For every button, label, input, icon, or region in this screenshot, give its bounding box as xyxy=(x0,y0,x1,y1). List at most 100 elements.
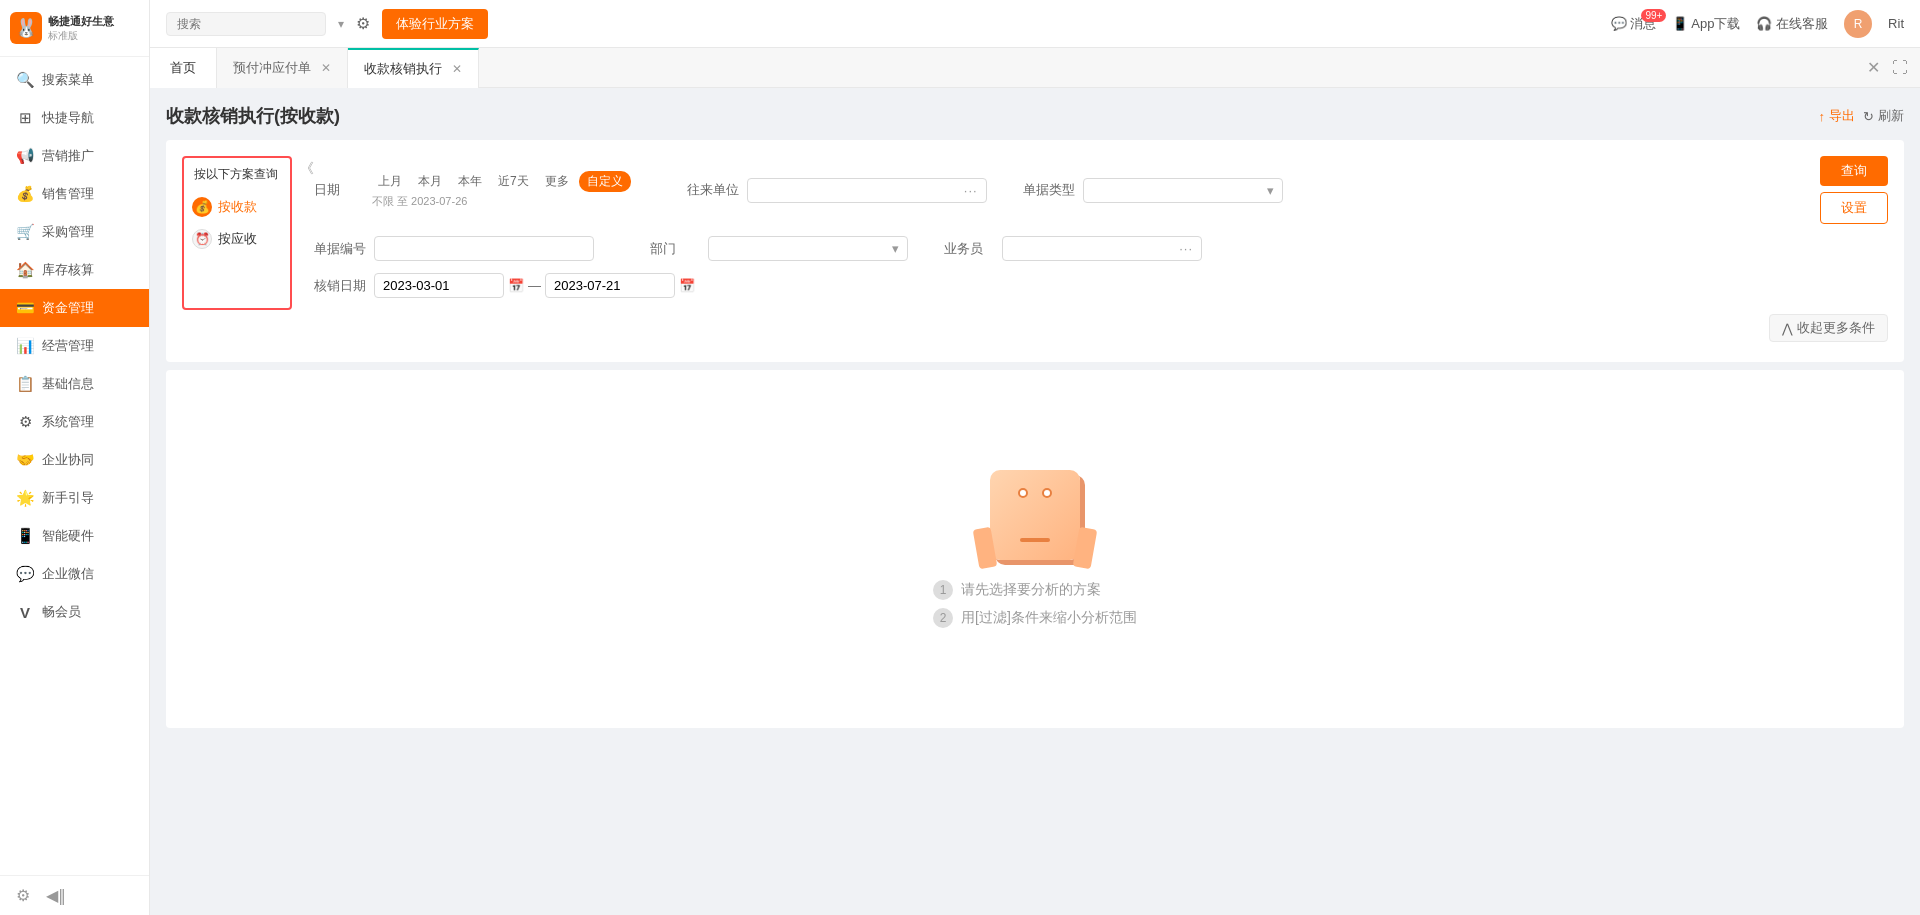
tab-collection[interactable]: 收款核销执行 ✕ xyxy=(348,48,479,88)
message-button[interactable]: 💬 消息 99+ xyxy=(1611,15,1657,33)
date-tab-this-month[interactable]: 本月 xyxy=(412,171,448,192)
topbar-gear-icon[interactable]: ⚙ xyxy=(356,14,370,33)
verify-date-range: 📅 — 📅 xyxy=(374,273,695,298)
tab-collection-close-icon[interactable]: ✕ xyxy=(452,62,462,76)
hint-num-2: 2 xyxy=(933,608,953,628)
sidebar-item-guide[interactable]: 🌟 新手引导 xyxy=(0,479,149,517)
by-receipt-icon: 💰 xyxy=(192,197,212,217)
calendar-start-icon[interactable]: 📅 xyxy=(508,278,524,293)
purchase-icon: 🛒 xyxy=(16,223,34,241)
sales-icon: 💰 xyxy=(16,185,34,203)
user-avatar[interactable]: R xyxy=(1844,10,1872,38)
filter-left-title: 按以下方案查询 xyxy=(184,166,290,191)
sidebar-item-label: 资金管理 xyxy=(42,299,94,317)
verify-date-end-input[interactable] xyxy=(545,273,675,298)
collapse-more-button[interactable]: ⋀ 收起更多条件 xyxy=(1769,314,1888,342)
app-icon: 📱 xyxy=(1672,16,1688,31)
setting-button[interactable]: 设置 xyxy=(1820,192,1888,224)
date-tab-last-month[interactable]: 上月 xyxy=(372,171,408,192)
marketing-icon: 📢 xyxy=(16,147,34,165)
app-download-button[interactable]: 📱 App下载 xyxy=(1672,15,1740,33)
sidebar-item-label: 系统管理 xyxy=(42,413,94,431)
guide-icon: 🌟 xyxy=(16,489,34,507)
user-name[interactable]: Rit xyxy=(1888,16,1904,31)
sidebar-item-wechat[interactable]: 💬 企业微信 xyxy=(0,555,149,593)
sidebar-item-quicknav[interactable]: ⊞ 快捷导航 xyxy=(0,99,149,137)
box-eye-right xyxy=(1042,488,1052,498)
export-button[interactable]: ↑ 导出 xyxy=(1819,107,1856,125)
industry-solution-button[interactable]: 体验行业方案 xyxy=(382,9,488,39)
inventory-icon: 🏠 xyxy=(16,261,34,279)
sidebar-item-basic[interactable]: 📋 基础信息 xyxy=(0,365,149,403)
sidebar-item-inventory[interactable]: 🏠 库存核算 xyxy=(0,251,149,289)
dept-select[interactable]: ▾ xyxy=(708,236,908,261)
collapse-more-wrap: ⋀ 收起更多条件 xyxy=(182,310,1888,346)
counterparty-input-wrap[interactable]: ··· xyxy=(747,178,987,203)
tab-prepay-close-icon[interactable]: ✕ xyxy=(321,61,331,75)
date-tab-more[interactable]: 更多 xyxy=(539,171,575,192)
calendar-end-icon[interactable]: 📅 xyxy=(679,278,695,293)
tab-prepay[interactable]: 预付冲应付单 ✕ xyxy=(217,48,348,88)
doctype-label: 单据类型 xyxy=(1023,181,1075,199)
by-receipt-label: 按收款 xyxy=(218,198,257,216)
sidebar-item-enterprise[interactable]: 🤝 企业协同 xyxy=(0,441,149,479)
sidebar-item-sales[interactable]: 💰 销售管理 xyxy=(0,175,149,213)
box-eye-left xyxy=(1018,488,1028,498)
refresh-button[interactable]: ↻ 刷新 xyxy=(1863,107,1904,125)
empty-hint-2-text: 用[过滤]条件来缩小分析范围 xyxy=(961,609,1137,627)
docno-input[interactable] xyxy=(374,236,594,261)
hardware-icon: 📱 xyxy=(16,527,34,545)
empty-illustration xyxy=(990,470,1080,560)
filter-option-by-receipt[interactable]: 💰 按收款 xyxy=(184,191,290,223)
sidebar-item-search[interactable]: 🔍 搜索菜单 xyxy=(0,61,149,99)
doctype-select[interactable]: ▾ xyxy=(1083,178,1283,203)
sidebar-item-label: 畅会员 xyxy=(42,603,81,621)
quicknav-icon: ⊞ xyxy=(16,109,34,127)
filter-field-dept: 部门 ▾ xyxy=(650,236,908,261)
date-tab-custom[interactable]: 自定义 xyxy=(579,171,631,192)
topbar-actions: 💬 消息 99+ 📱 App下载 🎧 在线客服 R Rit xyxy=(1611,10,1904,38)
empty-state-panel: 1 请先选择要分析的方案 2 用[过滤]条件来缩小分析范围 xyxy=(166,370,1904,728)
empty-box-wrap xyxy=(990,470,1080,560)
tab-home[interactable]: 首页 xyxy=(150,48,217,88)
message-icon: 💬 xyxy=(1611,16,1627,31)
sidebar-gear-icon[interactable]: ⚙ xyxy=(16,886,30,905)
filter-field-date: 日期 上月 本月 本年 近7天 更多 自定义 不限 至 xyxy=(314,171,631,209)
dept-label: 部门 xyxy=(650,240,700,258)
sidebar-item-system[interactable]: ⚙ 系统管理 xyxy=(0,403,149,441)
hint-num-1: 1 xyxy=(933,580,953,600)
filter-field-staff: 业务员 ··· xyxy=(944,236,1202,261)
query-button[interactable]: 查询 xyxy=(1820,156,1888,186)
sidebar-item-operations[interactable]: 📊 经营管理 xyxy=(0,327,149,365)
filter-scheme-panel: 按以下方案查询 💰 按收款 ⏰ 按应收 xyxy=(182,156,292,310)
sidebar-collapse-icon[interactable]: ◀‖ xyxy=(46,886,66,905)
filter-field-docno: 单据编号 xyxy=(314,236,594,261)
sidebar-item-label: 新手引导 xyxy=(42,489,94,507)
sidebar-item-purchase[interactable]: 🛒 采购管理 xyxy=(0,213,149,251)
box-eyes xyxy=(1018,488,1052,498)
sidebar-item-member[interactable]: V 畅会员 xyxy=(0,593,149,631)
sidebar-item-marketing[interactable]: 📢 营销推广 xyxy=(0,137,149,175)
collapse-left-icon[interactable]: 《 xyxy=(300,156,314,310)
sidebar-item-hardware[interactable]: 📱 智能硬件 xyxy=(0,517,149,555)
online-service-button[interactable]: 🎧 在线客服 xyxy=(1756,15,1828,33)
verify-date-start-input[interactable] xyxy=(374,273,504,298)
staff-input-wrap[interactable]: ··· xyxy=(1002,236,1202,261)
dept-chevron-icon: ▾ xyxy=(892,241,899,256)
sidebar-item-finance[interactable]: 💳 资金管理 xyxy=(0,289,149,327)
counterparty-ellipsis[interactable]: ··· xyxy=(964,183,978,198)
empty-hint-1: 1 请先选择要分析的方案 xyxy=(933,580,1137,600)
message-badge: 99+ xyxy=(1641,9,1666,22)
search-input[interactable] xyxy=(166,12,326,36)
date-tab-7days[interactable]: 近7天 xyxy=(492,171,535,192)
tab-close-all-icon[interactable]: ✕ xyxy=(1863,54,1884,81)
filter-option-by-receivable[interactable]: ⏰ 按应收 xyxy=(184,223,290,255)
filter-field-doctype: 单据类型 ▾ xyxy=(1023,178,1283,203)
page-header-actions: ↑ 导出 ↻ 刷新 xyxy=(1819,107,1905,125)
refresh-icon: ↻ xyxy=(1863,109,1874,124)
staff-ellipsis[interactable]: ··· xyxy=(1179,241,1193,256)
empty-state: 1 请先选择要分析的方案 2 用[过滤]条件来缩小分析范围 xyxy=(166,410,1904,688)
sidebar-item-label: 库存核算 xyxy=(42,261,94,279)
tab-expand-icon[interactable]: ⛶ xyxy=(1888,55,1912,81)
date-tab-this-year[interactable]: 本年 xyxy=(452,171,488,192)
